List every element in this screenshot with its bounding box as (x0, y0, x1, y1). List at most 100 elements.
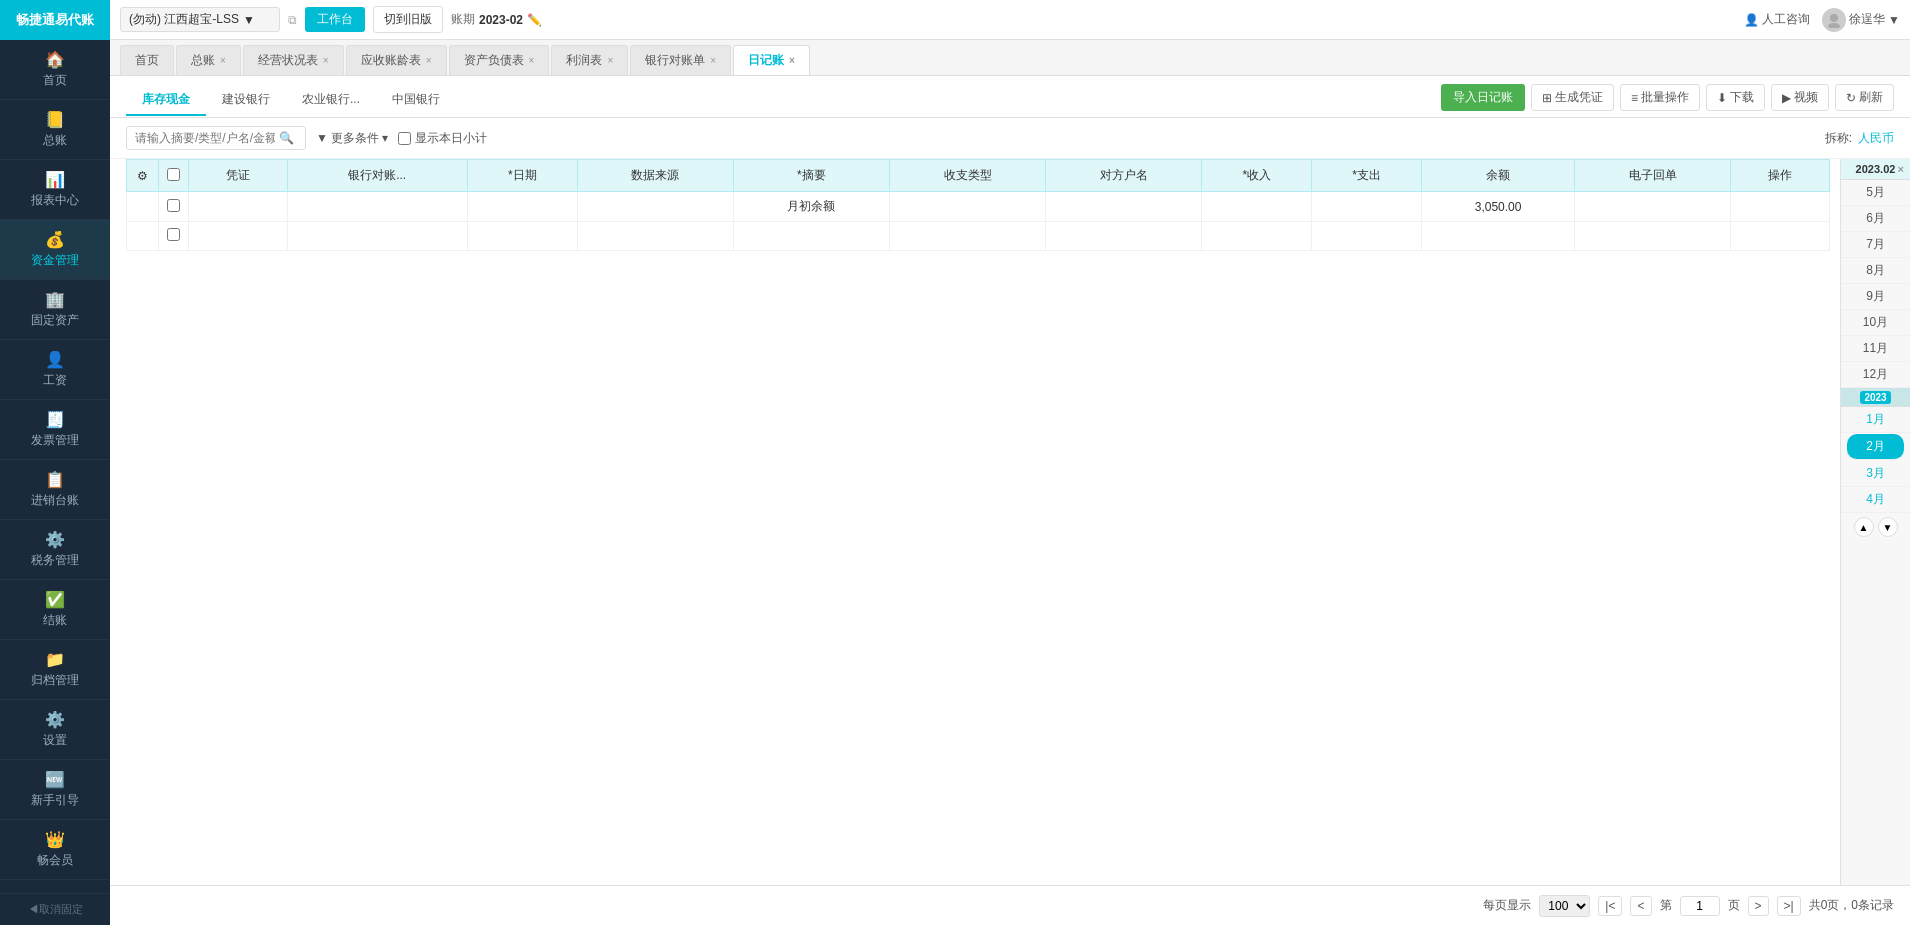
sidebar-item-fixed[interactable]: 🏢 固定资产 (0, 280, 110, 340)
currency-value: 人民币 (1858, 130, 1894, 147)
tab-bank-reconcile-close[interactable]: × (710, 55, 716, 66)
sidebar-item-capital[interactable]: 💰 资金管理 (0, 220, 110, 280)
company-selector[interactable]: (勿动) 江西超宝-LSS ▼ (120, 7, 280, 32)
video-button[interactable]: ▶ 视频 (1771, 84, 1829, 111)
search-input[interactable] (135, 131, 275, 145)
tab-assets-label: 资产负债表 (464, 52, 524, 69)
user-profile[interactable]: 徐逞华 ▼ (1822, 8, 1900, 32)
user-name-label: 徐逞华 (1849, 11, 1885, 28)
refresh-button[interactable]: ↻ 刷新 (1835, 84, 1894, 111)
tab-receivable-close[interactable]: × (426, 55, 432, 66)
ledger-icon: 📒 (45, 110, 65, 129)
cell-ereceipt (1575, 192, 1731, 222)
calendar-month-sep2022[interactable]: 9月 (1841, 284, 1910, 310)
next-page-button[interactable]: > (1748, 896, 1769, 916)
sub-tab-china-label: 中国银行 (392, 92, 440, 106)
tab-profit[interactable]: 利润表 × (551, 45, 628, 75)
col-settings[interactable]: ⚙ (127, 160, 159, 192)
old-version-button[interactable]: 切到旧版 (373, 6, 443, 33)
first-page-button[interactable]: |< (1598, 896, 1622, 916)
table-row (127, 222, 1830, 251)
cell-date (467, 192, 577, 222)
batch-ops-button[interactable]: ≡ 批量操作 (1620, 84, 1700, 111)
sidebar-item-guide[interactable]: 🆕 新手引导 (0, 760, 110, 820)
cell-income (1202, 192, 1312, 222)
search-box[interactable]: 🔍 (126, 126, 306, 150)
vip-icon: 👑 (45, 830, 65, 849)
calendar-down-button[interactable]: ▼ (1878, 517, 1898, 537)
page-number-input[interactable] (1680, 896, 1720, 916)
sidebar-item-report[interactable]: 📊 报表中心 (0, 160, 110, 220)
tab-ledger[interactable]: 总账 × (176, 45, 241, 75)
calendar-month-jan2023[interactable]: 1月 (1841, 407, 1910, 433)
tab-home[interactable]: 首页 (120, 45, 174, 75)
tab-bank-reconcile[interactable]: 银行对账单 × (630, 45, 731, 75)
sub-tab-construction[interactable]: 建设银行 (206, 85, 286, 116)
calendar-month-nov2022[interactable]: 11月 (1841, 336, 1910, 362)
sidebar-item-checkout[interactable]: ✅ 结账 (0, 580, 110, 640)
sub-tab-china[interactable]: 中国银行 (376, 85, 456, 116)
period-edit-icon[interactable]: ✏️ (527, 13, 542, 27)
sub-tab-agriculture[interactable]: 农业银行... (286, 85, 376, 116)
cell-checkbox[interactable] (159, 222, 189, 251)
prev-page-button[interactable]: < (1630, 896, 1651, 916)
sidebar-item-ledger[interactable]: 📒 总账 (0, 100, 110, 160)
calendar-month-apr2023[interactable]: 4月 (1841, 487, 1910, 513)
sidebar-item-tax[interactable]: ⚙️ 税务管理 (0, 520, 110, 580)
col-checkbox[interactable] (159, 160, 189, 192)
calendar-close-button[interactable]: × (1898, 163, 1904, 175)
cell-checkbox[interactable] (159, 192, 189, 222)
calendar-month-dec2022[interactable]: 12月 (1841, 362, 1910, 388)
calendar-month-feb2023[interactable]: 2月 (1847, 434, 1904, 460)
tab-assets-close[interactable]: × (529, 55, 535, 66)
workspace-button[interactable]: 工作台 (305, 7, 365, 32)
sidebar-item-home[interactable]: 🏠 首页 (0, 40, 110, 100)
calendar-month-may2022[interactable]: 5月 (1841, 180, 1910, 206)
more-filter-button[interactable]: ▼ 更多条件 ▾ (316, 130, 388, 147)
tab-business-close[interactable]: × (323, 55, 329, 66)
show-daily-total-checkbox[interactable]: 显示本日小计 (398, 130, 487, 147)
sidebar-label-invoice: 发票管理 (31, 432, 79, 449)
customer-service[interactable]: 👤 人工咨询 (1744, 11, 1810, 28)
calendar-month-oct2022[interactable]: 10月 (1841, 310, 1910, 336)
sidebar-item-archive[interactable]: 📁 归档管理 (0, 640, 110, 700)
generate-voucher-button[interactable]: ⊞ 生成凭证 (1531, 84, 1614, 111)
copy-icon[interactable]: ⧉ (288, 13, 297, 27)
cell-bank (287, 222, 467, 251)
saletax-icon: 📋 (45, 470, 65, 489)
calendar-month-jul2022[interactable]: 7月 (1841, 232, 1910, 258)
settings-icon: ⚙️ (45, 710, 65, 729)
col-voucher: 凭证 (189, 160, 288, 192)
import-journal-button[interactable]: 导入日记账 (1441, 84, 1525, 111)
cell-voucher (189, 222, 288, 251)
tab-assets[interactable]: 资产负债表 × (449, 45, 550, 75)
sidebar-item-salary[interactable]: 👤 工资 (0, 340, 110, 400)
tab-business[interactable]: 经营状况表 × (243, 45, 344, 75)
sub-tab-construction-label: 建设银行 (222, 92, 270, 106)
tab-ledger-close[interactable]: × (220, 55, 226, 66)
calendar-month-jun2022[interactable]: 6月 (1841, 206, 1910, 232)
top-bar: (勿动) 江西超宝-LSS ▼ ⧉ 工作台 切到旧版 账期 2023-02 ✏️… (110, 0, 1910, 40)
calendar-up-button[interactable]: ▲ (1854, 517, 1874, 537)
select-all-checkbox[interactable] (167, 168, 180, 181)
calendar-month-aug2022[interactable]: 8月 (1841, 258, 1910, 284)
page-size-select[interactable]: 50 100 200 (1539, 895, 1590, 917)
sidebar-item-vip[interactable]: 👑 畅会员 (0, 820, 110, 880)
sub-tab-cash[interactable]: 库存现金 (126, 85, 206, 116)
cell-income (1202, 222, 1312, 251)
sidebar-item-saletax[interactable]: 📋 进销台账 (0, 460, 110, 520)
tab-profit-close[interactable]: × (607, 55, 613, 66)
download-button[interactable]: ⬇ 下载 (1706, 84, 1765, 111)
daily-total-check[interactable] (398, 132, 411, 145)
sidebar-item-settings[interactable]: ⚙️ 设置 (0, 700, 110, 760)
unpin-sidebar[interactable]: ◀取消固定 (0, 893, 110, 925)
checkout-icon: ✅ (45, 590, 65, 609)
tab-receivable[interactable]: 应收账龄表 × (346, 45, 447, 75)
calendar-year-2023[interactable]: 2023 (1841, 388, 1910, 407)
tab-journal-close[interactable]: × (789, 55, 795, 66)
last-page-button[interactable]: >| (1777, 896, 1801, 916)
calendar-month-mar2023[interactable]: 3月 (1841, 461, 1910, 487)
tab-journal[interactable]: 日记账 × (733, 45, 810, 75)
sidebar-item-invoice[interactable]: 🧾 发票管理 (0, 400, 110, 460)
table-container: ⚙ 凭证 银行对账... *日期 数据来源 *摘要 收支类型 对方户名 (110, 159, 1910, 885)
